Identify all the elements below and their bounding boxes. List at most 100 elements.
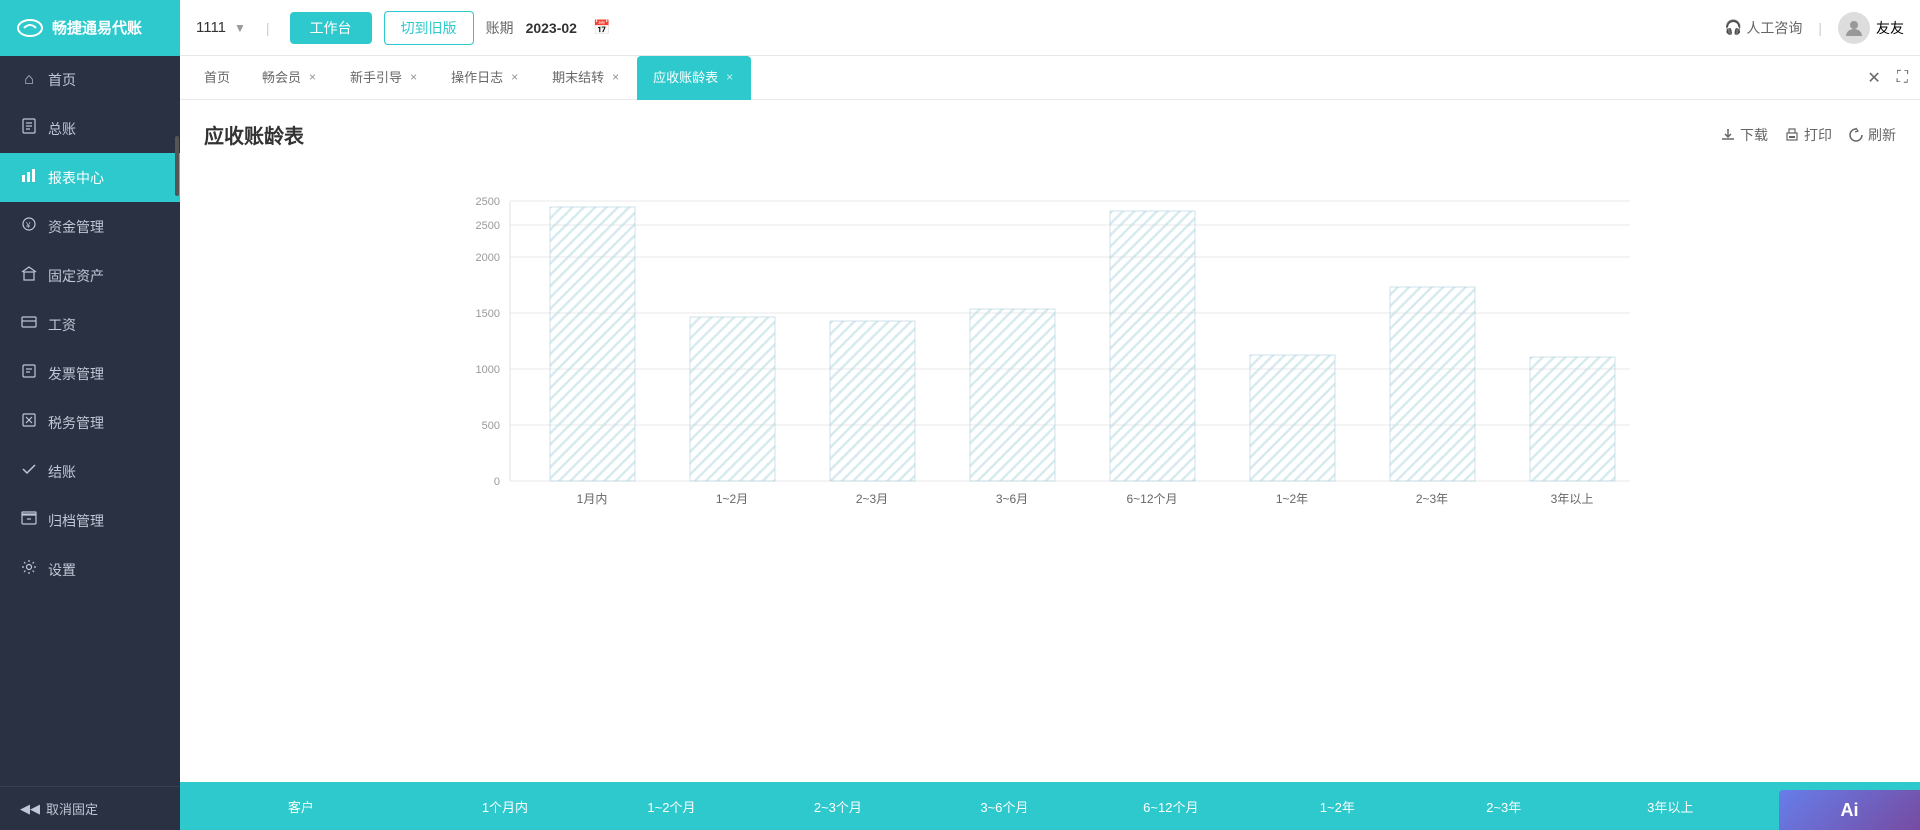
tab-period-end[interactable]: 期末结转 × [536, 56, 637, 100]
assets-icon [20, 265, 38, 286]
sidebar-item-finance[interactable]: ¥ 资金管理 [0, 202, 180, 251]
consult-label: 人工咨询 [1746, 18, 1802, 38]
sidebar-label-archive: 归档管理 [48, 511, 104, 531]
period-value: 2023-02 [526, 20, 577, 36]
page-title: 应收账龄表 [204, 120, 304, 149]
logo-area: 畅捷通易代账 [0, 0, 180, 56]
table-col-customer: 客户 [180, 797, 422, 816]
tab-period-end-close[interactable]: × [610, 68, 621, 86]
refresh-label: 刷新 [1868, 125, 1896, 145]
avatar [1838, 12, 1870, 44]
refresh-button[interactable]: 刷新 [1848, 125, 1896, 145]
print-label: 打印 [1804, 125, 1832, 145]
consult-button[interactable]: 🎧 人工咨询 [1725, 18, 1802, 38]
tab-member[interactable]: 畅会员 × [246, 56, 334, 100]
tab-ar-aging-close[interactable]: × [724, 68, 735, 86]
tab-oplog-close[interactable]: × [509, 68, 520, 86]
svg-text:1月内: 1月内 [577, 492, 608, 506]
checkout-icon [20, 461, 38, 482]
download-label: 下载 [1740, 125, 1768, 145]
tab-guide-close[interactable]: × [408, 68, 419, 86]
page-actions: 下载 打印 刷新 [1720, 125, 1896, 145]
settings-icon [20, 559, 38, 580]
invoice-icon [20, 363, 38, 384]
finance-icon: ¥ [20, 216, 38, 237]
page-content: 应收账龄表 下载 打印 刷新 [180, 100, 1920, 782]
tab-ar-aging[interactable]: 应收账龄表 × [637, 56, 751, 100]
table-col-1-2m: 1~2个月 [588, 797, 754, 816]
sidebar-item-invoice[interactable]: 发票管理 [0, 349, 180, 398]
user-area[interactable]: 友友 [1838, 12, 1904, 44]
sidebar-label-tax: 税务管理 [48, 413, 104, 433]
tab-actions: ✕ ⛶ [1863, 64, 1912, 92]
switch-button[interactable]: 切到旧版 [384, 11, 474, 45]
sidebar-item-ledger[interactable]: 总账 [0, 104, 180, 153]
logo-text: 畅捷通易代账 [52, 17, 142, 38]
tab-bar: 首页 畅会员 × 新手引导 × 操作日志 × 期末结转 × 应收账龄表 × [180, 56, 1920, 100]
sidebar-item-home[interactable]: ⌂ 首页 [0, 56, 180, 104]
table-col-6-12m: 6~12个月 [1088, 797, 1254, 816]
sidebar-item-tax[interactable]: 税务管理 [0, 398, 180, 447]
download-icon [1720, 127, 1736, 143]
svg-text:6~12个月: 6~12个月 [1126, 492, 1177, 506]
period-label: 账期 [486, 18, 514, 38]
chart-container: 0 500 1000 1500 2000 2500 2500 [204, 165, 1896, 762]
sidebar-label-finance: 资金管理 [48, 217, 104, 237]
tab-member-close[interactable]: × [307, 68, 318, 86]
tab-oplog-label: 操作日志 [451, 67, 503, 86]
svg-text:3年以上: 3年以上 [1551, 492, 1594, 506]
calendar-icon[interactable]: 📅 [593, 19, 610, 36]
table-col-2-3m: 2~3个月 [755, 797, 921, 816]
svg-text:2500: 2500 [476, 220, 500, 232]
payroll-icon [20, 314, 38, 335]
sidebar-item-payroll[interactable]: 工资 [0, 300, 180, 349]
header-right: 🎧 人工咨询 | 友友 [1725, 12, 1904, 44]
sidebar-collapse[interactable]: ◀◀ 取消固定 [0, 786, 180, 830]
tab-home[interactable]: 首页 [188, 56, 246, 100]
page-header: 应收账龄表 下载 打印 刷新 [204, 120, 1896, 149]
sidebar-item-checkout[interactable]: 结账 [0, 447, 180, 496]
tab-guide-label: 新手引导 [350, 67, 402, 86]
header-content: 1111 ▼ | 工作台 切到旧版 账期 2023-02 📅 🎧 人工咨询 | … [180, 11, 1920, 45]
reports-icon [20, 167, 38, 188]
tab-period-end-label: 期末结转 [552, 67, 604, 86]
table-col-3y-plus: 3年以上 [1587, 797, 1753, 816]
sidebar-label-payroll: 工资 [48, 315, 76, 335]
svg-text:1~2年: 1~2年 [1276, 492, 1308, 506]
dropdown-icon: ▼ [234, 21, 246, 35]
sidebar-label-ledger: 总账 [48, 119, 76, 139]
sidebar-item-settings[interactable]: 设置 [0, 545, 180, 594]
svg-text:2~3月: 2~3月 [856, 492, 888, 506]
ai-badge[interactable]: Ai [1779, 790, 1920, 830]
close-all-tabs-button[interactable]: ✕ [1863, 64, 1884, 92]
home-icon: ⌂ [20, 71, 38, 89]
company-selector[interactable]: 1111 ▼ [196, 19, 246, 36]
table-header-bar: 客户 1个月内 1~2个月 2~3个月 3~6个月 6~12个月 1~2年 2~… [180, 782, 1920, 830]
collapse-label: 取消固定 [46, 799, 98, 818]
ledger-icon [20, 118, 38, 139]
ar-aging-chart: 0 500 1000 1500 2000 2500 2500 [204, 181, 1896, 541]
table-col-3-6m: 3~6个月 [921, 797, 1087, 816]
sidebar-item-archive[interactable]: 归档管理 [0, 496, 180, 545]
table-col-1m: 1个月内 [422, 797, 588, 816]
archive-icon [20, 510, 38, 531]
print-button[interactable]: 打印 [1784, 125, 1832, 145]
tab-home-label: 首页 [204, 67, 230, 86]
tab-guide[interactable]: 新手引导 × [334, 56, 435, 100]
sidebar-item-assets[interactable]: 固定资产 [0, 251, 180, 300]
headset-icon: 🎧 [1725, 19, 1742, 36]
sidebar-item-reports[interactable]: 报表中心 [0, 153, 180, 202]
sidebar-label-invoice: 发票管理 [48, 364, 104, 384]
svg-text:0: 0 [494, 476, 500, 488]
tab-oplog[interactable]: 操作日志 × [435, 56, 536, 100]
sidebar-label-settings: 设置 [48, 560, 76, 580]
ai-label: Ai [1841, 800, 1859, 821]
user-name: 友友 [1876, 18, 1904, 38]
table-col-1-2y: 1~2年 [1254, 797, 1420, 816]
maximize-button[interactable]: ⛶ [1893, 65, 1912, 91]
svg-text:3~6月: 3~6月 [996, 492, 1028, 506]
scroll-bar [175, 136, 179, 196]
workbench-button[interactable]: 工作台 [290, 12, 372, 44]
download-button[interactable]: 下载 [1720, 125, 1768, 145]
sidebar-label-assets: 固定资产 [48, 266, 104, 286]
